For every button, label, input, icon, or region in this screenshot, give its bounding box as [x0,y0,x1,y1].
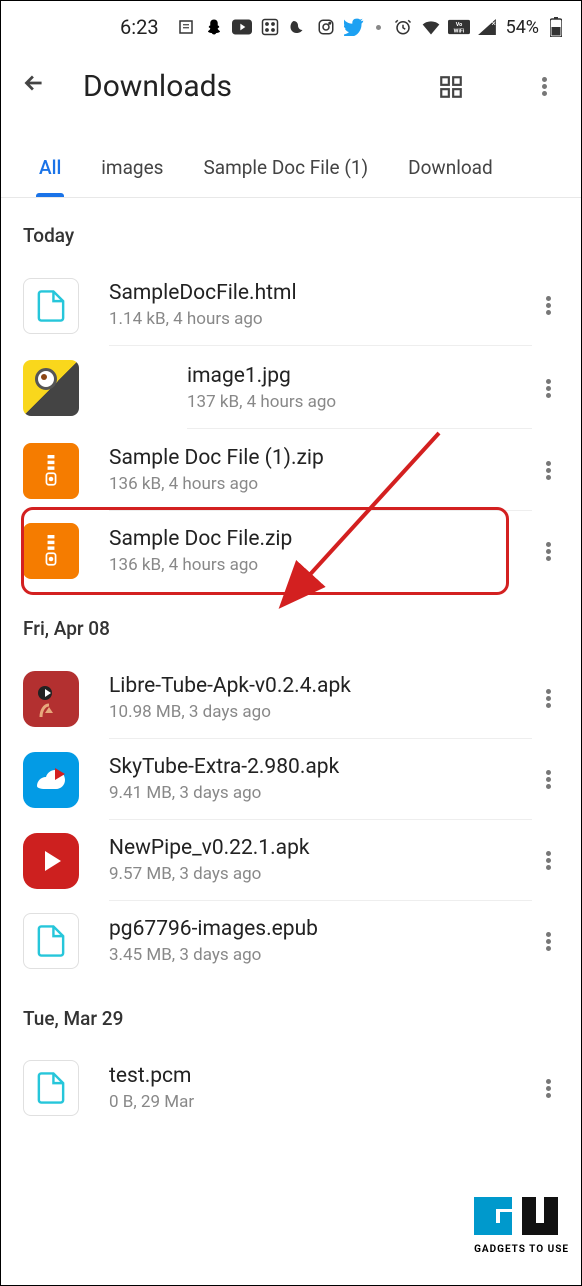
file-meta: 9.57 MB, 3 days ago [109,864,532,884]
wifi-icon [420,16,442,38]
file-menu-button[interactable] [532,1069,565,1108]
file-name: Libre-Tube-Apk-v0.2.4.apk [109,674,532,698]
file-row[interactable]: SkyTube-Extra-2.980.apk 9.41 MB, 3 days … [1,739,581,820]
file-menu-button[interactable] [532,841,565,880]
file-meta: 3.45 MB, 3 days ago [109,945,532,965]
file-row[interactable]: Libre-Tube-Apk-v0.2.4.apk 10.98 MB, 3 da… [1,658,581,739]
tab-sample-doc[interactable]: Sample Doc File (1) [203,156,368,197]
file-row-highlighted[interactable]: Sample Doc File.zip 136 kB, 4 hours ago [1,511,581,591]
file-name: SkyTube-Extra-2.980.apk [109,755,532,779]
svg-text:Vo: Vo [455,22,462,28]
vowifi-icon: VoWiFi [448,16,470,38]
app-icon [287,16,309,38]
file-meta: 9.41 MB, 3 days ago [109,783,532,803]
section-header-tue: Tue, Mar 29 [1,981,581,1048]
file-row[interactable]: NewPipe_v0.22.1.apk 9.57 MB, 3 days ago [1,820,581,901]
page-title: Downloads [83,69,402,104]
twitter-icon [343,16,365,38]
app-header: Downloads [1,53,581,118]
file-icon-zip [23,523,79,579]
instagram-icon [315,16,337,38]
file-meta: 137 kB, 4 hours ago [187,392,532,412]
file-name: image1.jpg [187,364,532,388]
file-row[interactable]: image1.jpg 137 kB, 4 hours ago [1,346,581,430]
svg-text:×: × [491,19,495,28]
snapchat-icon [203,16,225,38]
file-name: test.pcm [109,1064,532,1088]
file-icon-doc [23,278,79,334]
svg-text:WiFi: WiFi [453,29,464,35]
file-row[interactable]: Sample Doc File (1).zip 136 kB, 4 hours … [1,430,581,511]
file-row[interactable]: pg67796-images.epub 3.45 MB, 3 days ago [1,901,581,981]
battery-percent: 54% [506,17,539,38]
grid-view-button[interactable] [438,74,464,100]
status-bar: 6:23 VoWiFi [1,1,581,53]
file-row[interactable]: SampleDocFile.html 1.14 kB, 4 hours ago [1,265,581,346]
section-header-today: Today [1,198,581,265]
tab-download[interactable]: Download [408,156,493,197]
tab-images[interactable]: images [101,156,163,197]
apps-icon [259,16,281,38]
file-menu-button[interactable] [532,922,565,961]
file-meta: 136 kB, 4 hours ago [109,474,532,494]
tab-all[interactable]: All [39,156,61,197]
status-icons: VoWiFi × 54% [175,16,567,38]
file-menu-button[interactable] [532,286,565,325]
file-icon-apk [23,833,79,889]
file-meta: 136 kB, 4 hours ago [109,555,532,575]
file-name: NewPipe_v0.22.1.apk [109,836,532,860]
file-menu-button[interactable] [532,369,565,408]
watermark: GADGETS TO USE [474,1192,569,1255]
file-thumbnail-image [23,360,79,416]
file-menu-button[interactable] [532,760,565,799]
signal-icon: × [476,16,498,38]
file-icon-apk [23,752,79,808]
file-menu-button[interactable] [532,532,565,571]
file-meta: 1.14 kB, 4 hours ago [109,309,532,329]
alarm-icon [392,16,414,38]
watermark-text: GADGETS TO USE [474,1244,569,1255]
file-icon-apk [23,671,79,727]
file-icon-doc [23,913,79,969]
file-meta: 0 B, 29 Mar [109,1092,532,1112]
file-name: SampleDocFile.html [109,281,532,305]
file-name: Sample Doc File.zip [109,527,532,551]
battery-icon [545,16,567,38]
filter-tabs: All images Sample Doc File (1) Download [1,118,581,198]
file-menu-button[interactable] [532,679,565,718]
file-row[interactable]: test.pcm 0 B, 29 Mar [1,1048,581,1128]
notification-icon [175,16,197,38]
youtube-icon [231,16,253,38]
status-time: 6:23 [120,15,159,39]
file-icon-doc [23,1060,79,1116]
section-header-fri: Fri, Apr 08 [1,591,581,658]
header-menu-button[interactable] [528,67,561,106]
back-button[interactable] [21,70,47,103]
file-menu-button[interactable] [532,451,565,490]
file-icon-zip [23,443,79,499]
file-name: Sample Doc File (1).zip [109,446,532,470]
file-name: pg67796-images.epub [109,917,532,941]
file-meta: 10.98 MB, 3 days ago [109,702,532,722]
status-dot [376,25,381,30]
